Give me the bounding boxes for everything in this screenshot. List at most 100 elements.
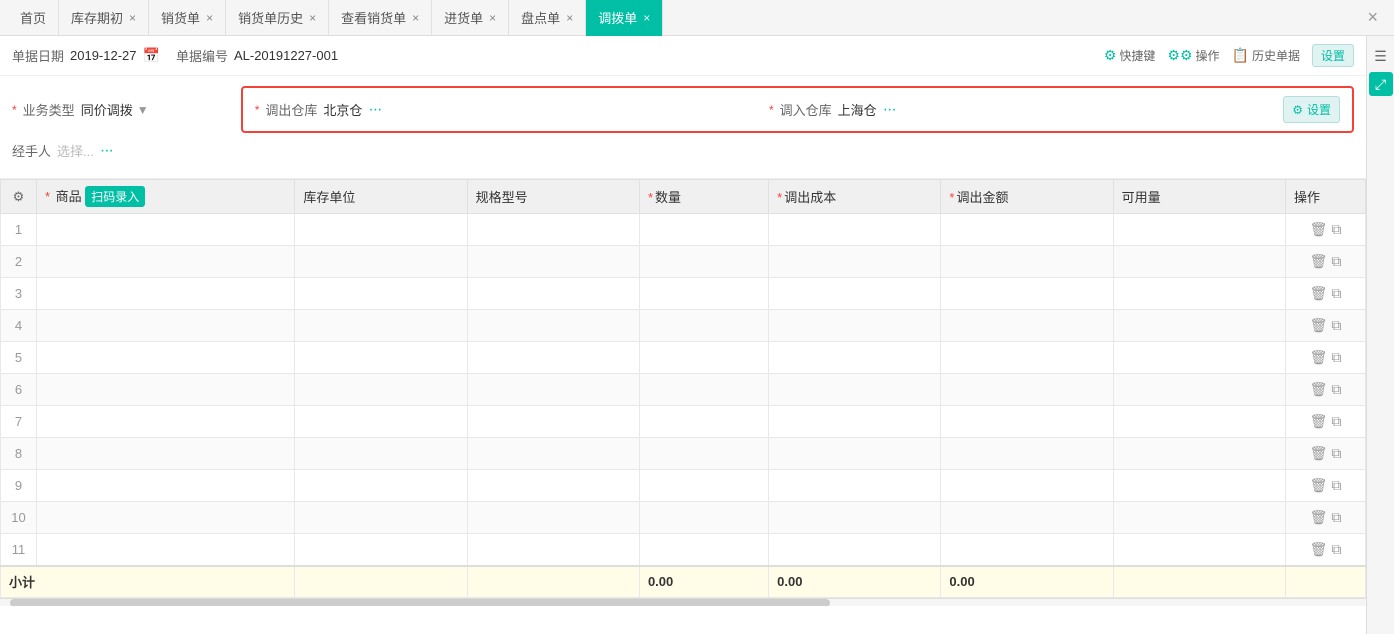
delete-icon[interactable]: 🗑 — [1310, 349, 1328, 365]
delete-icon[interactable]: 🗑 — [1310, 253, 1328, 269]
product-cell[interactable] — [37, 470, 295, 502]
calendar-icon[interactable]: 📅 — [143, 47, 160, 64]
product-cell[interactable] — [37, 438, 295, 470]
tab-sales-history-close[interactable]: × — [309, 11, 316, 25]
unit-cell[interactable] — [295, 278, 467, 310]
qty-cell[interactable] — [639, 374, 768, 406]
unit-cell[interactable] — [295, 374, 467, 406]
copy-icon[interactable]: ⧉ — [1331, 413, 1341, 429]
copy-icon[interactable]: ⧉ — [1331, 317, 1341, 333]
amount-cell[interactable] — [941, 214, 1113, 246]
qty-cell[interactable] — [639, 342, 768, 374]
target-warehouse-more-button[interactable]: ··· — [883, 101, 896, 119]
cost-cell[interactable] — [769, 246, 941, 278]
tab-home[interactable]: 首页 — [8, 0, 59, 36]
unit-cell[interactable] — [295, 502, 467, 534]
qty-cell[interactable] — [639, 310, 768, 342]
avail-cell[interactable] — [1113, 214, 1285, 246]
avail-cell[interactable] — [1113, 502, 1285, 534]
amount-cell[interactable] — [941, 374, 1113, 406]
cost-cell[interactable] — [769, 374, 941, 406]
delete-icon[interactable]: 🗑 — [1310, 221, 1328, 237]
product-cell[interactable] — [37, 246, 295, 278]
unit-cell[interactable] — [295, 438, 467, 470]
avail-cell[interactable] — [1113, 534, 1285, 566]
spec-cell[interactable] — [467, 374, 639, 406]
delete-icon[interactable]: 🗑 — [1310, 445, 1328, 461]
qty-cell[interactable] — [639, 502, 768, 534]
copy-icon[interactable]: ⧉ — [1331, 541, 1341, 557]
qty-cell[interactable] — [639, 406, 768, 438]
amount-cell[interactable] — [941, 310, 1113, 342]
tab-purchase[interactable]: 进货单 × — [432, 0, 509, 36]
col-settings-header[interactable]: ⚙ — [1, 180, 37, 214]
qty-cell[interactable] — [639, 438, 768, 470]
delete-icon[interactable]: 🗑 — [1310, 317, 1328, 333]
cost-cell[interactable] — [769, 214, 941, 246]
spec-cell[interactable] — [467, 406, 639, 438]
horizontal-scrollbar[interactable] — [0, 598, 1366, 606]
amount-cell[interactable] — [941, 278, 1113, 310]
qty-cell[interactable] — [639, 214, 768, 246]
copy-icon[interactable]: ⧉ — [1331, 445, 1341, 461]
window-close-button[interactable]: × — [1359, 7, 1386, 28]
delete-icon[interactable]: 🗑 — [1310, 541, 1328, 557]
product-cell[interactable] — [37, 310, 295, 342]
source-warehouse-value[interactable]: 北京仓 — [323, 100, 362, 119]
tab-sales-order[interactable]: 销货单 × — [149, 0, 226, 36]
product-cell[interactable] — [37, 342, 295, 374]
tab-stocktake[interactable]: 盘点单 × — [509, 0, 586, 36]
sidebar-expand-icon[interactable]: ⤢ — [1369, 72, 1393, 96]
spec-cell[interactable] — [467, 502, 639, 534]
cost-cell[interactable] — [769, 534, 941, 566]
delete-icon[interactable]: 🗑 — [1310, 381, 1328, 397]
product-cell[interactable] — [37, 534, 295, 566]
operations-button[interactable]: ⚙⚙ 操作 — [1167, 47, 1219, 64]
unit-cell[interactable] — [295, 406, 467, 438]
copy-icon[interactable]: ⧉ — [1331, 477, 1341, 493]
amount-cell[interactable] — [941, 438, 1113, 470]
settings-button[interactable]: 设置 — [1312, 44, 1354, 67]
tab-stocktake-close[interactable]: × — [566, 11, 573, 25]
spec-cell[interactable] — [467, 438, 639, 470]
spec-cell[interactable] — [467, 470, 639, 502]
avail-cell[interactable] — [1113, 374, 1285, 406]
unit-cell[interactable] — [295, 534, 467, 566]
product-cell[interactable] — [37, 502, 295, 534]
copy-icon[interactable]: ⧉ — [1331, 509, 1341, 525]
copy-icon[interactable]: ⧉ — [1331, 221, 1341, 237]
qty-cell[interactable] — [639, 246, 768, 278]
tab-sales-order-close[interactable]: × — [206, 11, 213, 25]
avail-cell[interactable] — [1113, 342, 1285, 374]
delete-icon[interactable]: 🗑 — [1310, 413, 1328, 429]
spec-cell[interactable] — [467, 246, 639, 278]
avail-cell[interactable] — [1113, 278, 1285, 310]
history-button[interactable]: 📋 历史单据 — [1232, 47, 1300, 64]
amount-cell[interactable] — [941, 342, 1113, 374]
scan-button[interactable]: 扫码录入 — [85, 186, 145, 207]
cost-cell[interactable] — [769, 310, 941, 342]
spec-cell[interactable] — [467, 342, 639, 374]
tab-sales-history[interactable]: 销货单历史 × — [226, 0, 329, 36]
business-type-input[interactable]: 同价调拨 ▼ — [81, 100, 201, 119]
agent-placeholder[interactable]: 选择... — [57, 141, 94, 160]
qty-cell[interactable] — [639, 534, 768, 566]
tab-transfer-close[interactable]: × — [643, 11, 650, 25]
cost-cell[interactable] — [769, 470, 941, 502]
agent-more-button[interactable]: ··· — [100, 142, 113, 160]
product-cell[interactable] — [37, 406, 295, 438]
amount-cell[interactable] — [941, 534, 1113, 566]
qty-cell[interactable] — [639, 470, 768, 502]
source-warehouse-more-button[interactable]: ··· — [368, 101, 381, 119]
product-cell[interactable] — [37, 278, 295, 310]
tab-transfer[interactable]: 调拨单 × — [586, 0, 663, 36]
spec-cell[interactable] — [467, 310, 639, 342]
tab-purchase-close[interactable]: × — [489, 11, 496, 25]
avail-cell[interactable] — [1113, 470, 1285, 502]
cost-cell[interactable] — [769, 342, 941, 374]
amount-cell[interactable] — [941, 502, 1113, 534]
copy-icon[interactable]: ⧉ — [1331, 253, 1341, 269]
avail-cell[interactable] — [1113, 406, 1285, 438]
avail-cell[interactable] — [1113, 246, 1285, 278]
avail-cell[interactable] — [1113, 310, 1285, 342]
